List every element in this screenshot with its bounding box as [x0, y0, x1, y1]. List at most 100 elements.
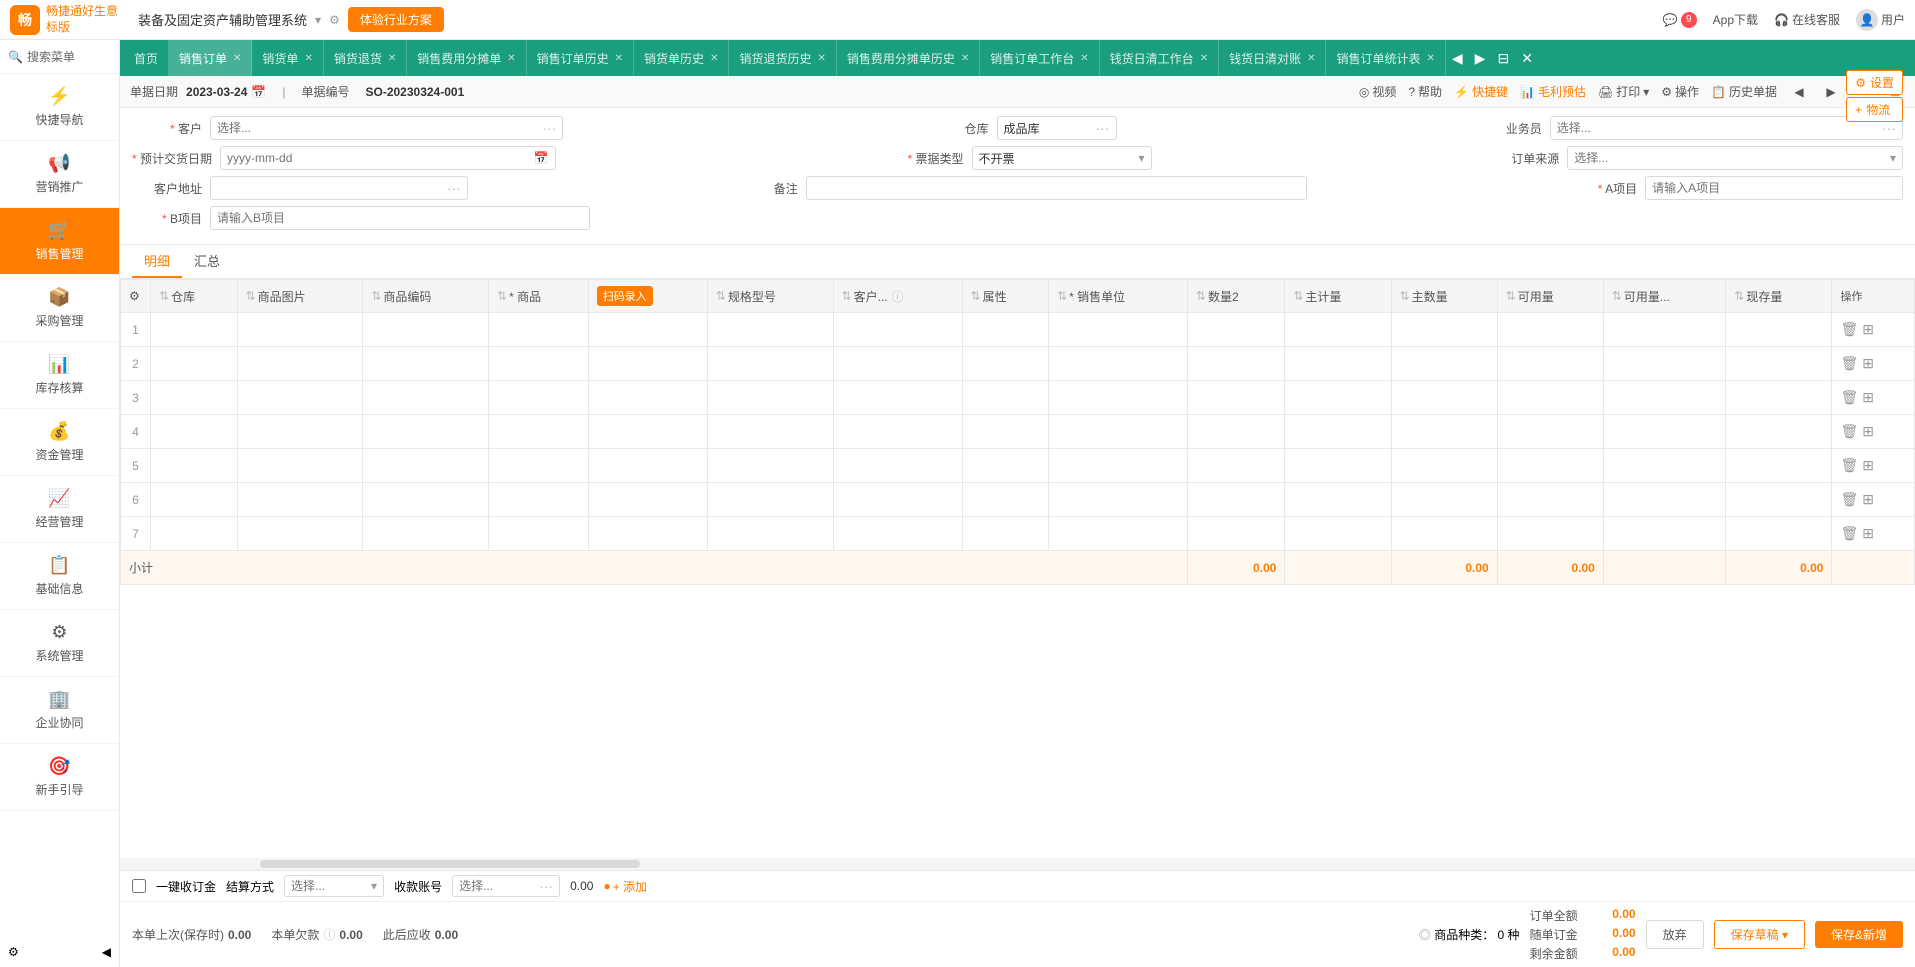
row-5-product[interactable] [489, 449, 589, 483]
row-7-customer-code[interactable] [833, 517, 962, 551]
delivery-calendar-icon[interactable]: 📅 [534, 151, 549, 165]
shortcut-btn[interactable]: ⚡ 快捷键 [1454, 83, 1508, 100]
row-3-delete-icon[interactable]: 🗑 [1840, 389, 1858, 406]
row-2-product[interactable] [489, 347, 589, 381]
row-1-delete-icon[interactable]: 🗑 [1840, 321, 1858, 338]
tab-close-sales-order-history[interactable]: ✕ [615, 53, 623, 64]
warehouse-more-btn[interactable]: ··· [1096, 120, 1110, 136]
tab-close-order-workbench[interactable]: ✕ [1080, 53, 1088, 64]
row-4-spec[interactable] [707, 415, 833, 449]
row-3-customer-code[interactable] [833, 381, 962, 415]
tab-nav-right[interactable]: ▶ [1469, 50, 1492, 67]
tab-daily-workbench[interactable]: 钱货日清工作台 ✕ [1100, 40, 1219, 76]
row-7-warehouse[interactable] [151, 517, 238, 551]
row-1-copy-icon[interactable]: ⊞ [1862, 321, 1874, 338]
row-7-attr[interactable] [962, 517, 1049, 551]
row-5-copy-icon[interactable]: ⊞ [1862, 457, 1874, 474]
row-1-qty2[interactable] [1187, 313, 1284, 347]
remarks-input[interactable] [813, 181, 1301, 195]
row-1-attr[interactable] [962, 313, 1049, 347]
row-7-delete-icon[interactable]: 🗑 [1840, 525, 1858, 542]
row-4-code[interactable] [363, 415, 489, 449]
sidebar-settings-icon[interactable]: ⚙ [8, 945, 19, 959]
tab-close-sales-expense[interactable]: ✕ [507, 53, 515, 64]
account-more-btn[interactable]: ··· [539, 878, 553, 894]
row-4-product[interactable] [489, 415, 589, 449]
row-5-warehouse[interactable] [151, 449, 238, 483]
row-5-customer-code[interactable] [833, 449, 962, 483]
row-6-attr[interactable] [962, 483, 1049, 517]
row-2-unit[interactable] [1049, 347, 1188, 381]
row-3-code[interactable] [363, 381, 489, 415]
row-5-main-qty[interactable] [1391, 449, 1497, 483]
operation-btn[interactable]: ⚙ 操作 [1661, 83, 1699, 100]
row-5-spec[interactable] [707, 449, 833, 483]
row-2-qty2[interactable] [1187, 347, 1284, 381]
row-5-image[interactable] [237, 449, 363, 483]
row-6-warehouse[interactable] [151, 483, 238, 517]
logistics-quick-btn[interactable]: + 物流 [1846, 97, 1903, 122]
app-download[interactable]: App下载 [1713, 11, 1758, 28]
row-4-attr[interactable] [962, 415, 1049, 449]
tab-close-return-history[interactable]: ✕ [817, 53, 825, 64]
row-6-code[interactable] [363, 483, 489, 517]
sidebar-item-sales[interactable]: 🛒 销售管理 [0, 208, 119, 275]
tab-nav-close-all[interactable]: ✕ [1515, 50, 1539, 67]
row-5-code[interactable] [363, 449, 489, 483]
b-project-input[interactable] [217, 211, 583, 225]
row-5-attr[interactable] [962, 449, 1049, 483]
row-4-delete-icon[interactable]: 🗑 [1840, 423, 1858, 440]
trial-btn[interactable]: 体验行业方案 [348, 7, 444, 32]
history-btn[interactable]: 📋 历史单据 [1711, 83, 1777, 100]
customer-input[interactable] [217, 121, 542, 135]
tab-close-sales-return[interactable]: ✕ [388, 53, 396, 64]
row-2-code[interactable] [363, 347, 489, 381]
user-area[interactable]: 👤 用户 [1856, 9, 1905, 31]
row-2-spec[interactable] [707, 347, 833, 381]
tab-close-daily-reconcile[interactable]: ✕ [1307, 53, 1315, 64]
tab-close-daily-workbench[interactable]: ✕ [1200, 53, 1208, 64]
view-btn[interactable]: ◎ 视频 [1359, 83, 1397, 100]
row-1-spec[interactable] [707, 313, 833, 347]
order-source-input[interactable] [1574, 151, 1890, 165]
tab-invoice-history[interactable]: 销货单历史 ✕ [634, 40, 729, 76]
sidebar-item-enterprise[interactable]: 🏢 企业协同 [0, 677, 119, 744]
row-5-qty2[interactable] [1187, 449, 1284, 483]
customer-more-btn[interactable]: ··· [542, 120, 556, 136]
sidebar-item-quicknav[interactable]: ⚡ 快捷导航 [0, 74, 119, 141]
tab-sales-order[interactable]: 销售订单 ✕ [169, 40, 252, 76]
sidebar-item-finance[interactable]: 💰 资金管理 [0, 409, 119, 476]
sidebar-collapse-btn[interactable]: ◀ [102, 945, 111, 959]
tab-close-invoice-history[interactable]: ✕ [710, 53, 718, 64]
nav-prev-btn[interactable]: ◀ [1789, 82, 1809, 102]
delivery-date-input[interactable] [227, 151, 534, 165]
calendar-icon[interactable]: 📅 [251, 85, 266, 99]
row-7-code[interactable] [363, 517, 489, 551]
settings-icon[interactable]: ⚙ [329, 13, 340, 27]
tab-sales-return[interactable]: 销货退货 ✕ [324, 40, 407, 76]
tab-close-sales-invoice[interactable]: ✕ [304, 53, 312, 64]
message-area[interactable]: 💬 9 [1663, 12, 1697, 28]
tab-close-sales-stats[interactable]: ✕ [1427, 53, 1435, 64]
tab-close-expense-history[interactable]: ✕ [961, 53, 969, 64]
th-gear[interactable]: ⚙ [121, 280, 151, 313]
sidebar-item-marketing[interactable]: 📢 营销推广 [0, 141, 119, 208]
tab-sales-stats[interactable]: 销售订单统计表 ✕ [1326, 40, 1445, 76]
online-service[interactable]: 🎧 在线客服 [1774, 11, 1840, 28]
row-3-warehouse[interactable] [151, 381, 238, 415]
row-6-delete-icon[interactable]: 🗑 [1840, 491, 1858, 508]
row-5-unit[interactable] [1049, 449, 1188, 483]
row-3-product[interactable] [489, 381, 589, 415]
row-3-image[interactable] [237, 381, 363, 415]
row-6-qty2[interactable] [1187, 483, 1284, 517]
row-2-attr[interactable] [962, 347, 1049, 381]
profit-btn[interactable]: 📊 毛利预估 [1520, 83, 1586, 100]
row-7-copy-icon[interactable]: ⊞ [1862, 525, 1874, 542]
row-7-spec[interactable] [707, 517, 833, 551]
row-2-copy-icon[interactable]: ⊞ [1862, 355, 1874, 372]
row-6-customer-code[interactable] [833, 483, 962, 517]
tab-sales-invoice[interactable]: 销货单 ✕ [252, 40, 323, 76]
system-dropdown-icon[interactable]: ▾ [315, 13, 321, 27]
row-6-copy-icon[interactable]: ⊞ [1862, 491, 1874, 508]
tab-daily-reconcile[interactable]: 钱货日清对账 ✕ [1219, 40, 1326, 76]
